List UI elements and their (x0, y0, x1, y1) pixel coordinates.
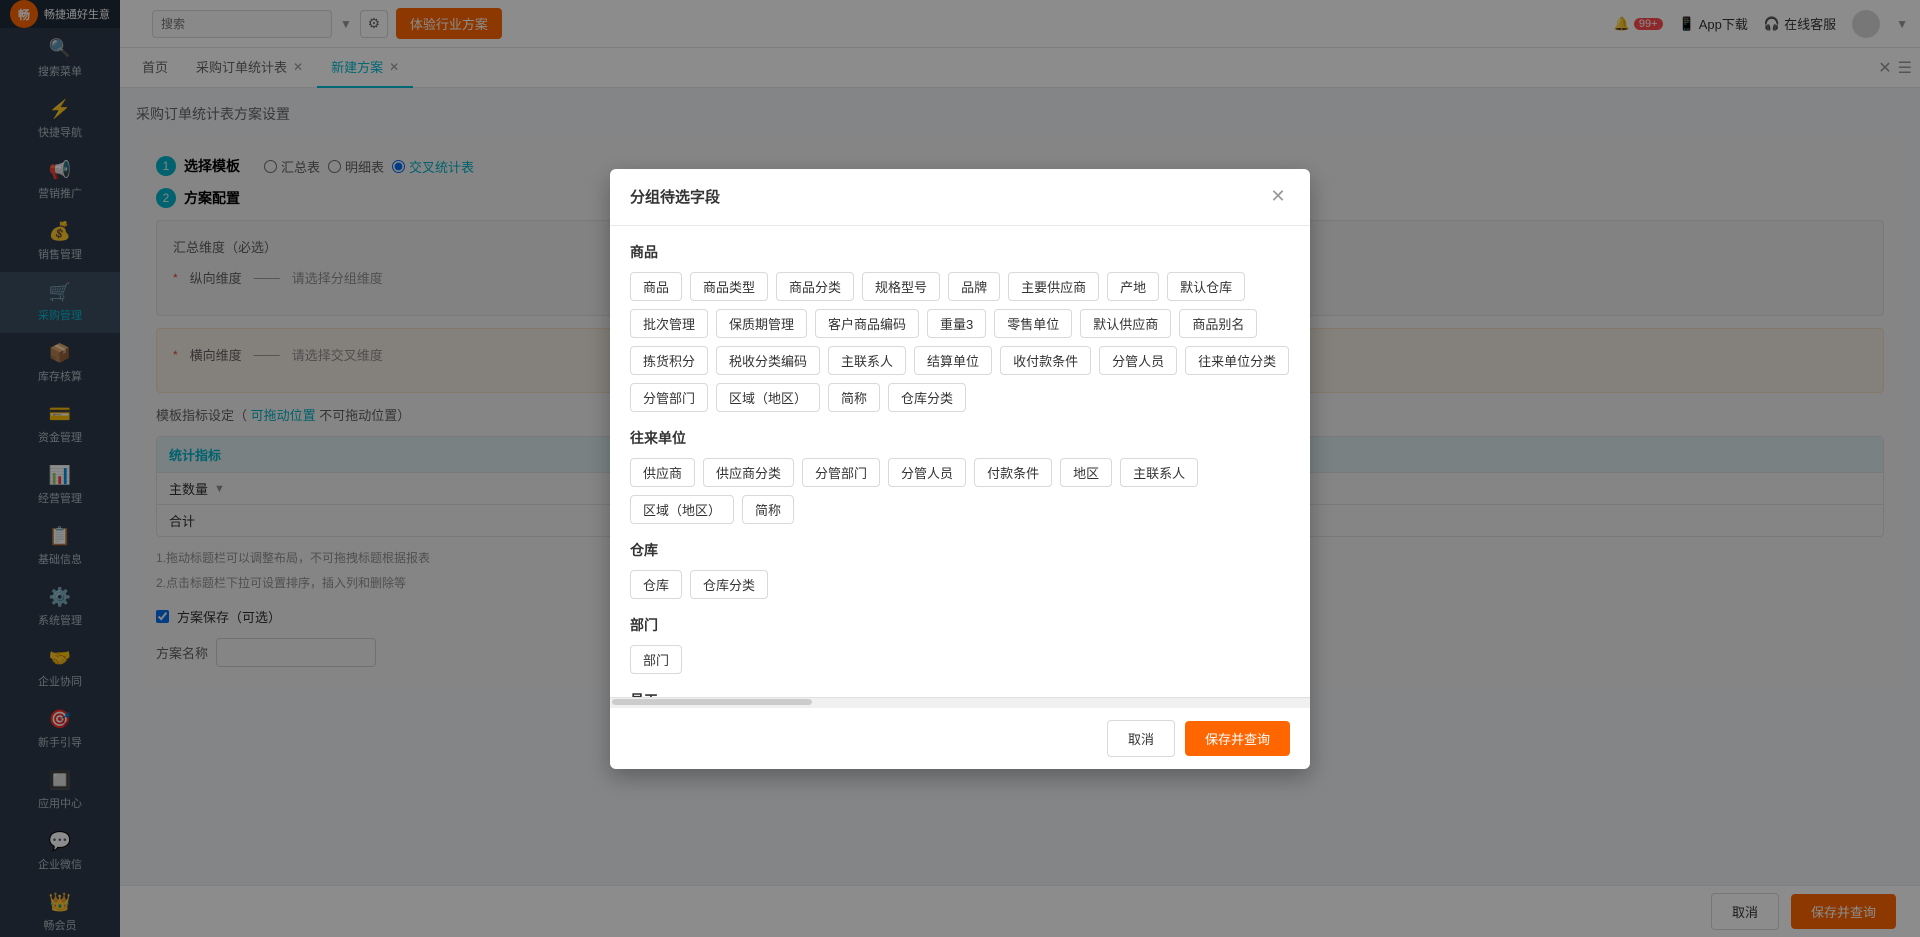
horizontal-scrollbar[interactable] (610, 697, 1310, 706)
modal-footer: 取消 保存并查询 (610, 707, 1310, 769)
field-tag-0-22[interactable]: 分管部门 (630, 383, 708, 412)
field-tag-0-18[interactable]: 结算单位 (914, 346, 992, 375)
field-tag-0-15[interactable]: 拣货积分 (630, 346, 708, 375)
field-tag-0-23[interactable]: 区域（地区） (716, 383, 820, 412)
field-tag-1-0[interactable]: 供应商 (630, 458, 695, 487)
field-tag-0-16[interactable]: 税收分类编码 (716, 346, 820, 375)
field-tag-0-11[interactable]: 重量3 (927, 309, 986, 338)
modal-body: 商品商品商品类型商品分类规格型号品牌主要供应商产地默认仓库批次管理保质期管理客户… (610, 226, 1310, 698)
field-tags-1: 供应商供应商分类分管部门分管人员付款条件地区主联系人区域（地区） 简称 (630, 458, 1290, 524)
field-tag-0-25[interactable]: 仓库分类 (888, 383, 966, 412)
field-tag-0-10[interactable]: 客户商品编码 (815, 309, 919, 338)
field-tag-1-3[interactable]: 分管人员 (888, 458, 966, 487)
field-tags-0: 商品商品类型商品分类规格型号品牌主要供应商产地默认仓库批次管理保质期管理客户商品… (630, 272, 1290, 412)
modal-overlay: 分组待选字段 ✕ 商品商品商品类型商品分类规格型号品牌主要供应商产地默认仓库批次… (0, 0, 1920, 937)
field-tag-0-13[interactable]: 默认供应商 (1080, 309, 1171, 338)
section-title-2: 仓库 (630, 540, 1290, 560)
field-tag-0-3[interactable]: 规格型号 (862, 272, 940, 301)
field-tag-0-21[interactable]: 往来单位分类 (1185, 346, 1289, 375)
modal-dialog: 分组待选字段 ✕ 商品商品商品类型商品分类规格型号品牌主要供应商产地默认仓库批次… (610, 169, 1310, 769)
section-title-4: 员工 (630, 690, 1290, 698)
modal-confirm-button[interactable]: 保存并查询 (1185, 721, 1290, 756)
field-tag-1-8[interactable]: 简称 (742, 495, 794, 524)
field-tag-0-1[interactable]: 商品类型 (690, 272, 768, 301)
field-tag-1-7[interactable]: 区域（地区） (630, 495, 734, 524)
field-tag-0-5[interactable]: 主要供应商 (1008, 272, 1099, 301)
field-tag-0-9[interactable]: 保质期管理 (716, 309, 807, 338)
modal-header: 分组待选字段 ✕ (610, 169, 1310, 226)
field-tag-1-6[interactable]: 主联系人 (1120, 458, 1198, 487)
field-tag-0-24[interactable]: 简称 (828, 383, 880, 412)
field-tag-0-17[interactable]: 主联系人 (828, 346, 906, 375)
field-tag-0-14[interactable]: 商品别名 (1179, 309, 1257, 338)
field-tag-0-2[interactable]: 商品分类 (776, 272, 854, 301)
field-tags-3: 部门 (630, 645, 1290, 674)
field-tag-3-0[interactable]: 部门 (630, 645, 682, 674)
field-tag-0-20[interactable]: 分管人员 (1099, 346, 1177, 375)
field-tag-0-8[interactable]: 批次管理 (630, 309, 708, 338)
field-tags-2: 仓库仓库分类 (630, 570, 1290, 599)
section-title-0: 商品 (630, 242, 1290, 262)
section-title-3: 部门 (630, 615, 1290, 635)
modal-title: 分组待选字段 (630, 186, 720, 207)
section-title-1: 往来单位 (630, 428, 1290, 448)
field-tag-0-12[interactable]: 零售单位 (994, 309, 1072, 338)
field-tag-2-0[interactable]: 仓库 (630, 570, 682, 599)
modal-close-button[interactable]: ✕ (1266, 185, 1290, 209)
field-tag-0-7[interactable]: 默认仓库 (1167, 272, 1245, 301)
field-tag-2-1[interactable]: 仓库分类 (690, 570, 768, 599)
field-tag-1-4[interactable]: 付款条件 (974, 458, 1052, 487)
field-tag-0-6[interactable]: 产地 (1107, 272, 1159, 301)
field-tag-0-4[interactable]: 品牌 (948, 272, 1000, 301)
field-tag-1-1[interactable]: 供应商分类 (703, 458, 794, 487)
field-tag-1-2[interactable]: 分管部门 (802, 458, 880, 487)
field-tag-1-5[interactable]: 地区 (1060, 458, 1112, 487)
modal-cancel-button[interactable]: 取消 (1107, 720, 1175, 757)
field-tag-0-0[interactable]: 商品 (630, 272, 682, 301)
field-tag-0-19[interactable]: 收付款条件 (1000, 346, 1091, 375)
